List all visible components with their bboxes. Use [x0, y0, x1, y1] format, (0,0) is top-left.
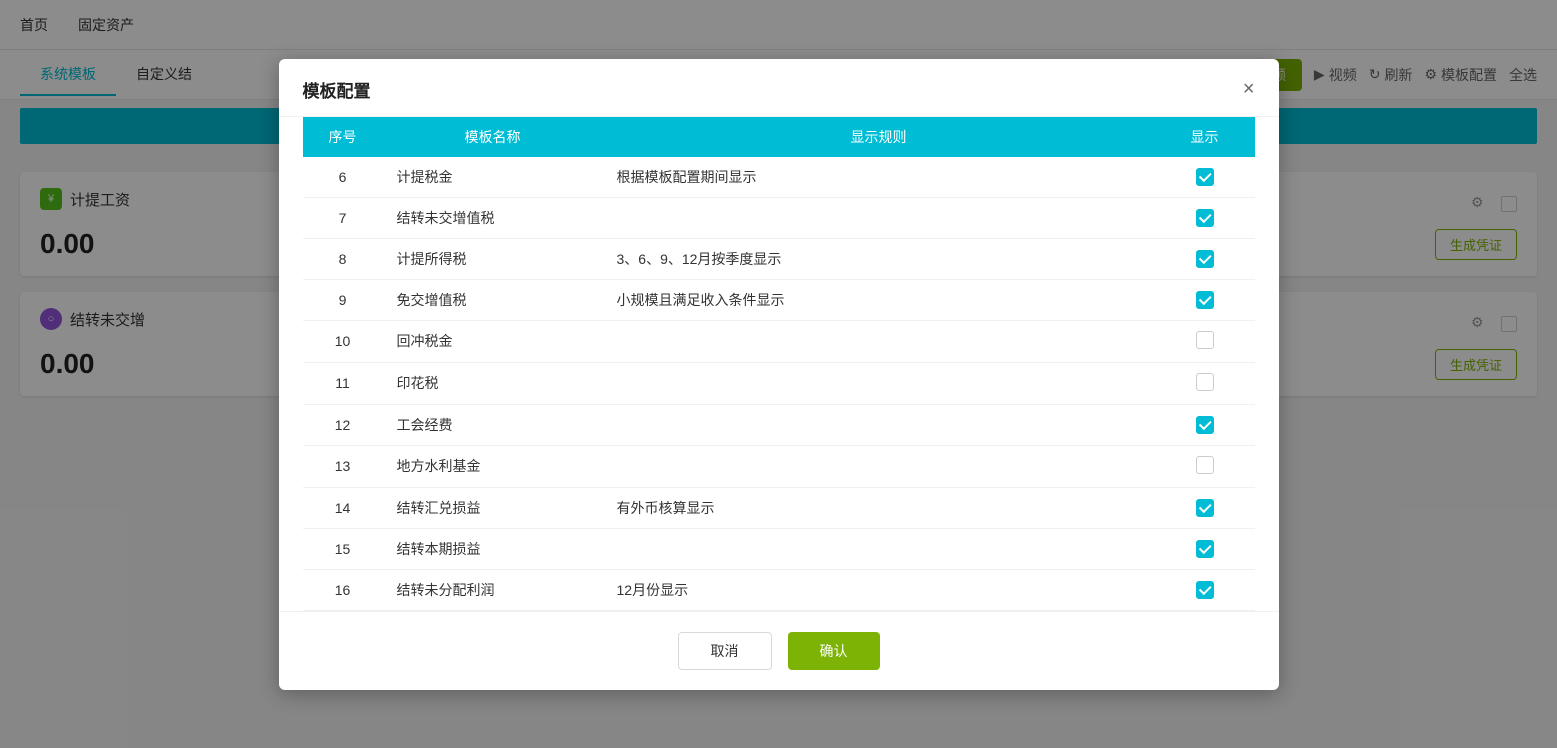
- cell-name-8: 结转汇兑损益: [383, 487, 603, 528]
- table-row: 12工会经费: [303, 404, 1255, 445]
- cell-id-1: 7: [303, 197, 383, 238]
- cell-name-7: 地方水利基金: [383, 445, 603, 487]
- col-rule: 显示规则: [603, 117, 1155, 157]
- modal-overlay: 模板配置 × 序号 模板名称 显示规则 显示 6计提税金根据模板配置期间显示7结…: [0, 0, 1557, 748]
- cell-check-2: [1155, 238, 1255, 279]
- cell-check-10: [1155, 569, 1255, 610]
- table-row: 16结转未分配利润12月份显示: [303, 569, 1255, 610]
- modal-table-container: 序号 模板名称 显示规则 显示 6计提税金根据模板配置期间显示7结转未交增值税8…: [279, 117, 1279, 611]
- modal-footer: 取消 确认: [279, 611, 1279, 690]
- checkbox-7[interactable]: [1196, 456, 1214, 474]
- cell-name-10: 结转未分配利润: [383, 569, 603, 610]
- table-header-row: 序号 模板名称 显示规则 显示: [303, 117, 1255, 157]
- cell-id-7: 13: [303, 445, 383, 487]
- checkbox-0[interactable]: [1196, 168, 1214, 186]
- modal-title: 模板配置: [303, 77, 371, 102]
- checkbox-5[interactable]: [1196, 373, 1214, 391]
- checkbox-9[interactable]: [1196, 540, 1214, 558]
- cell-name-4: 回冲税金: [383, 320, 603, 362]
- col-name: 模板名称: [383, 117, 603, 157]
- cell-rule-10: 12月份显示: [603, 569, 1155, 610]
- cell-check-3: [1155, 279, 1255, 320]
- table-row: 8计提所得税3、6、9、12月按季度显示: [303, 238, 1255, 279]
- cell-check-9: [1155, 528, 1255, 569]
- checkbox-1[interactable]: [1196, 209, 1214, 227]
- cell-rule-7: [603, 445, 1155, 487]
- table-row: 7结转未交增值税: [303, 197, 1255, 238]
- cell-id-3: 9: [303, 279, 383, 320]
- cell-name-5: 印花税: [383, 362, 603, 404]
- table-row: 14结转汇兑损益有外币核算显示: [303, 487, 1255, 528]
- cell-check-8: [1155, 487, 1255, 528]
- cell-rule-5: [603, 362, 1155, 404]
- cell-id-10: 16: [303, 569, 383, 610]
- cell-rule-4: [603, 320, 1155, 362]
- cell-name-9: 结转本期损益: [383, 528, 603, 569]
- cell-rule-0: 根据模板配置期间显示: [603, 157, 1155, 198]
- table-row: 6计提税金根据模板配置期间显示: [303, 157, 1255, 198]
- col-display: 显示: [1155, 117, 1255, 157]
- modal-header: 模板配置 ×: [279, 59, 1279, 117]
- cell-rule-9: [603, 528, 1155, 569]
- table-row: 13地方水利基金: [303, 445, 1255, 487]
- cell-name-0: 计提税金: [383, 157, 603, 198]
- cell-check-4: [1155, 320, 1255, 362]
- config-table: 序号 模板名称 显示规则 显示 6计提税金根据模板配置期间显示7结转未交增值税8…: [303, 117, 1255, 611]
- cell-id-5: 11: [303, 362, 383, 404]
- cell-rule-2: 3、6、9、12月按季度显示: [603, 238, 1155, 279]
- col-id: 序号: [303, 117, 383, 157]
- modal-template-config: 模板配置 × 序号 模板名称 显示规则 显示 6计提税金根据模板配置期间显示7结…: [279, 59, 1279, 690]
- cancel-button[interactable]: 取消: [678, 632, 772, 670]
- cell-check-0: [1155, 157, 1255, 198]
- checkbox-4[interactable]: [1196, 331, 1214, 349]
- table-row: 10回冲税金: [303, 320, 1255, 362]
- cell-name-2: 计提所得税: [383, 238, 603, 279]
- cell-id-9: 15: [303, 528, 383, 569]
- modal-close-button[interactable]: ×: [1243, 79, 1255, 99]
- table-row: 11印花税: [303, 362, 1255, 404]
- cell-rule-6: [603, 404, 1155, 445]
- cell-check-5: [1155, 362, 1255, 404]
- cell-check-7: [1155, 445, 1255, 487]
- table-row: 9免交增值税小规模且满足收入条件显示: [303, 279, 1255, 320]
- cell-name-3: 免交增值税: [383, 279, 603, 320]
- checkbox-3[interactable]: [1196, 291, 1214, 309]
- checkbox-8[interactable]: [1196, 499, 1214, 517]
- cell-id-2: 8: [303, 238, 383, 279]
- cell-id-6: 12: [303, 404, 383, 445]
- cell-id-4: 10: [303, 320, 383, 362]
- confirm-button[interactable]: 确认: [788, 632, 880, 670]
- cell-rule-8: 有外币核算显示: [603, 487, 1155, 528]
- cell-id-0: 6: [303, 157, 383, 198]
- checkbox-2[interactable]: [1196, 250, 1214, 268]
- cell-check-1: [1155, 197, 1255, 238]
- checkbox-6[interactable]: [1196, 416, 1214, 434]
- cell-name-6: 工会经费: [383, 404, 603, 445]
- checkbox-10[interactable]: [1196, 581, 1214, 599]
- cell-rule-3: 小规模且满足收入条件显示: [603, 279, 1155, 320]
- cell-check-6: [1155, 404, 1255, 445]
- cell-id-8: 14: [303, 487, 383, 528]
- table-row: 15结转本期损益: [303, 528, 1255, 569]
- cell-name-1: 结转未交增值税: [383, 197, 603, 238]
- cell-rule-1: [603, 197, 1155, 238]
